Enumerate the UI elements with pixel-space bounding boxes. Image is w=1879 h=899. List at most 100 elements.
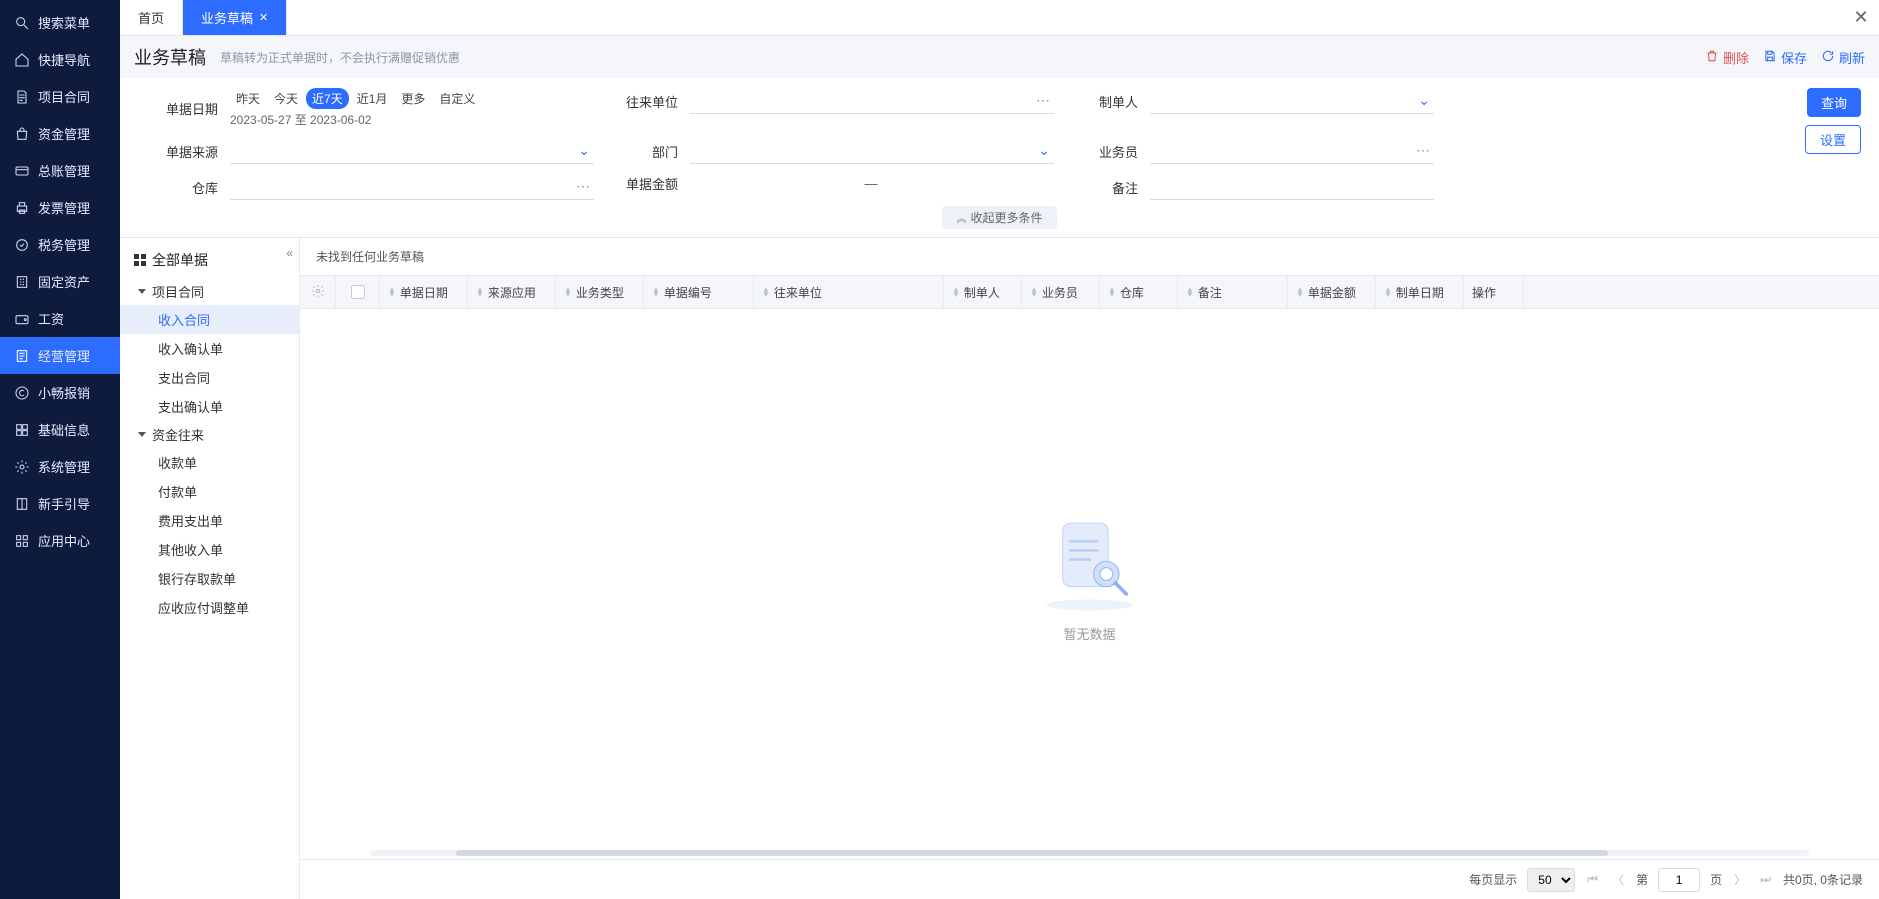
sidebar-item-salary[interactable]: 工资 xyxy=(0,300,120,337)
tree-leaf[interactable]: 其他收入单 xyxy=(120,535,299,564)
sidebar-item-project-contract[interactable]: 项目合同 xyxy=(0,78,120,115)
tabs-bar: 首页业务草稿 ✕ ✕ xyxy=(120,0,1879,36)
sort-icon: ▲▼ xyxy=(1186,287,1194,297)
tree-leaf[interactable]: 银行存取款单 xyxy=(120,564,299,593)
filter-maker-label: 制单人 xyxy=(1054,92,1150,111)
column-header[interactable]: ▲▼单据日期 xyxy=(380,276,468,308)
sidebar-item-operation-mgmt[interactable]: 经营管理 xyxy=(0,337,120,374)
bag-icon xyxy=(14,126,30,142)
chevron-down-icon[interactable]: ⌄ xyxy=(1418,92,1430,109)
quick-date-2[interactable]: 近7天 xyxy=(306,88,349,109)
column-header[interactable]: ▲▼单据金额 xyxy=(1288,276,1376,308)
sidebar-item-guide[interactable]: 新手引导 xyxy=(0,485,120,522)
horizontal-scrollbar[interactable] xyxy=(300,847,1879,859)
tab-draft[interactable]: 业务草稿 ✕ xyxy=(183,0,287,35)
header-checkbox[interactable] xyxy=(336,276,380,308)
sidebar-item-label: 税务管理 xyxy=(38,235,90,254)
column-header[interactable]: ▲▼仓库 xyxy=(1100,276,1178,308)
column-label: 操作 xyxy=(1472,284,1496,301)
more-icon[interactable]: ⋯ xyxy=(1036,92,1050,109)
quick-date-3[interactable]: 近1月 xyxy=(351,88,394,109)
column-header[interactable]: ▲▼业务类型 xyxy=(556,276,644,308)
column-header[interactable]: 操作 xyxy=(1464,276,1524,308)
setting-button[interactable]: 设置 xyxy=(1805,125,1861,154)
more-icon[interactable]: ⋯ xyxy=(1416,142,1430,159)
last-page-icon[interactable]: ⏭ xyxy=(1758,872,1773,887)
source-input[interactable] xyxy=(230,138,594,164)
sidebar-item-app-center[interactable]: 应用中心 xyxy=(0,522,120,559)
tree-group-0[interactable]: 项目合同 xyxy=(120,278,299,305)
column-header[interactable]: ▲▼制单人 xyxy=(944,276,1022,308)
tree-leaf[interactable]: 收款单 xyxy=(120,448,299,477)
query-button[interactable]: 查询 xyxy=(1807,88,1861,117)
tree-leaf[interactable]: 费用支出单 xyxy=(120,506,299,535)
filter-actions: 查询 设置 xyxy=(1434,88,1865,154)
tree-leaf[interactable]: 付款单 xyxy=(120,477,299,506)
quick-date-1[interactable]: 今天 xyxy=(268,88,304,109)
save-button[interactable]: 保存 xyxy=(1763,48,1807,67)
tree-leaf[interactable]: 应收应付调整单 xyxy=(120,593,299,622)
sidebar-item-fixed-asset[interactable]: 固定资产 xyxy=(0,263,120,300)
per-page-select[interactable]: 50 xyxy=(1527,868,1575,892)
sidebar-item-gl-mgmt[interactable]: 总账管理 xyxy=(0,152,120,189)
header-gear[interactable] xyxy=(300,276,336,308)
tree-leaf[interactable]: 支出合同 xyxy=(120,363,299,392)
collapse-panel-icon[interactable]: « xyxy=(286,246,293,260)
quick-date-4[interactable]: 更多 xyxy=(395,88,431,109)
tree-leaf[interactable]: 收入确认单 xyxy=(120,334,299,363)
column-header[interactable]: ▲▼来源应用 xyxy=(468,276,556,308)
sidebar-item-basic-info[interactable]: 基础信息 xyxy=(0,411,120,448)
sidebar: 搜索菜单快捷导航项目合同资金管理总账管理发票管理税务管理固定资产工资经营管理小畅… xyxy=(0,0,120,899)
refresh-icon xyxy=(1821,49,1835,66)
close-icon[interactable]: ✕ xyxy=(259,11,268,24)
sidebar-item-fund-mgmt[interactable]: 资金管理 xyxy=(0,115,120,152)
column-header[interactable]: ▲▼备注 xyxy=(1178,276,1288,308)
page-suffix: 页 xyxy=(1710,871,1722,888)
column-header[interactable]: ▲▼往来单位 xyxy=(754,276,944,308)
sidebar-item-invoice-mgmt[interactable]: 发票管理 xyxy=(0,189,120,226)
column-header[interactable]: ▲▼业务员 xyxy=(1022,276,1100,308)
delete-label: 删除 xyxy=(1723,48,1749,67)
tree-header[interactable]: 全部单据 xyxy=(120,248,299,278)
maker-input[interactable] xyxy=(1150,88,1434,114)
filters-panel: 单据日期 昨天今天近7天近1月更多自定义 2023-05-27 至 2023-0… xyxy=(120,78,1879,237)
sidebar-item-sys-mgmt[interactable]: 系统管理 xyxy=(0,448,120,485)
tab-label: 业务草稿 xyxy=(201,8,253,27)
party-input[interactable] xyxy=(690,88,1054,114)
chevron-down-icon[interactable]: ⌄ xyxy=(1038,142,1050,159)
collapse-filters-button[interactable]: ︽ 收起更多条件 xyxy=(942,206,1056,229)
chevron-down-icon[interactable]: ⌄ xyxy=(578,142,590,159)
tree-leaf[interactable]: 支出确认单 xyxy=(120,392,299,421)
sidebar-item-label: 基础信息 xyxy=(38,420,90,439)
warehouse-input[interactable] xyxy=(230,174,594,200)
remark-input[interactable] xyxy=(1150,174,1434,200)
delete-button[interactable]: 删除 xyxy=(1705,48,1749,67)
next-page-icon[interactable]: 〉 xyxy=(1732,871,1748,888)
sidebar-item-label: 快捷导航 xyxy=(38,50,90,69)
tab-home[interactable]: 首页 xyxy=(120,0,183,35)
printer-icon xyxy=(14,200,30,216)
page-input[interactable] xyxy=(1658,868,1700,892)
sidebar-item-quick-nav[interactable]: 快捷导航 xyxy=(0,41,120,78)
building-icon xyxy=(14,274,30,290)
sidebar-item-search-menu[interactable]: 搜索菜单 xyxy=(0,4,120,41)
close-all-icon[interactable]: ✕ xyxy=(1843,0,1879,35)
tree-group-1[interactable]: 资金往来 xyxy=(120,421,299,448)
refresh-button[interactable]: 刷新 xyxy=(1821,48,1865,67)
card-icon xyxy=(14,163,30,179)
sidebar-item-xiaochang[interactable]: 小畅报销 xyxy=(0,374,120,411)
sidebar-item-tax-mgmt[interactable]: 税务管理 xyxy=(0,226,120,263)
filter-source-label: 单据来源 xyxy=(134,142,230,161)
first-page-icon[interactable]: ⏮ xyxy=(1585,872,1600,887)
quick-date-5[interactable]: 自定义 xyxy=(433,88,481,109)
prev-page-icon[interactable]: 〈 xyxy=(1610,871,1626,888)
tree-leaf[interactable]: 收入合同 xyxy=(120,305,299,334)
quick-date-0[interactable]: 昨天 xyxy=(230,88,266,109)
dept-input[interactable] xyxy=(690,138,1054,164)
column-header[interactable]: ▲▼制单日期 xyxy=(1376,276,1464,308)
sales-input[interactable] xyxy=(1150,138,1434,164)
column-header[interactable]: ▲▼单据编号 xyxy=(644,276,754,308)
save-icon xyxy=(1763,49,1777,66)
page-title: 业务草稿 xyxy=(134,44,206,70)
more-icon[interactable]: ⋯ xyxy=(576,178,590,195)
